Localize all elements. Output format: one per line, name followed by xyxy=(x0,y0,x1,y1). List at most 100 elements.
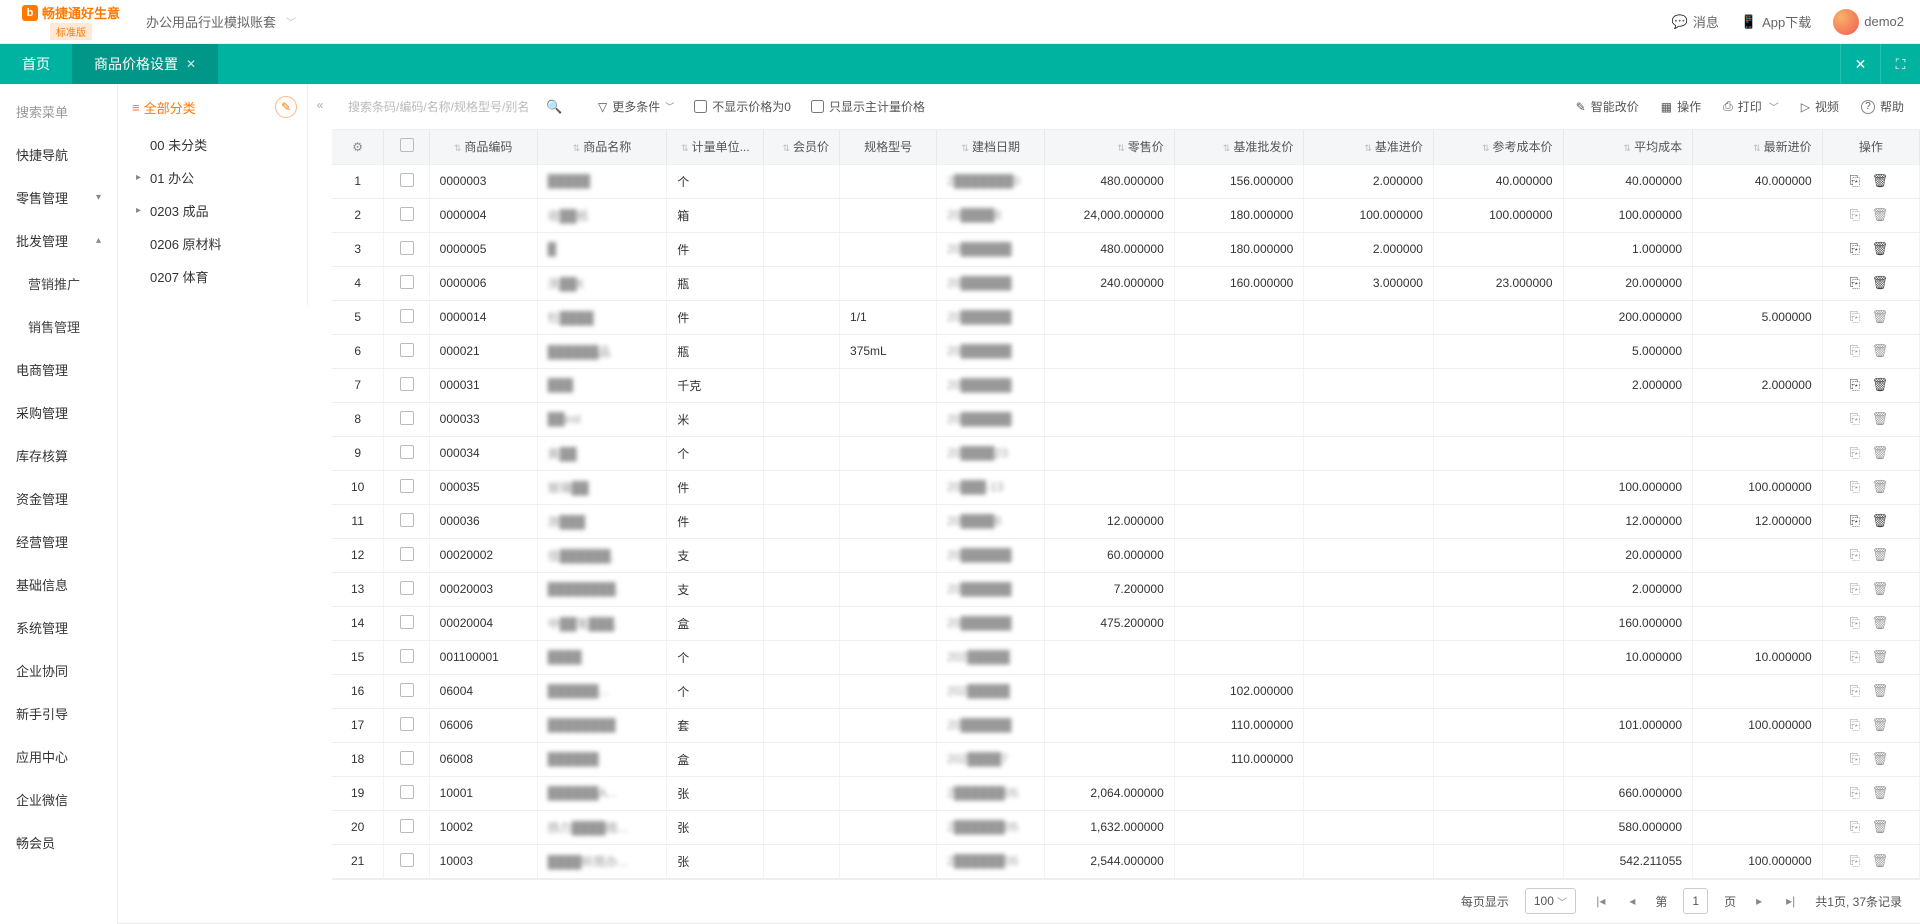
cell-ops[interactable]: ⎘ 🗑 xyxy=(1822,810,1919,844)
table-row[interactable]: 2110003████听筒办...张2██████052,544.0000005… xyxy=(332,844,1920,878)
page-input[interactable]: 1 xyxy=(1683,888,1708,914)
table-row[interactable]: 20000004收██纸箱20████824,000.000000180.000… xyxy=(332,198,1920,232)
nav-ecom[interactable]: 电商管理 xyxy=(0,348,117,391)
col-select-all[interactable] xyxy=(384,130,429,164)
nav-retail[interactable]: 零售管理▾ xyxy=(0,176,117,219)
col-spec[interactable]: 规格型号 xyxy=(840,130,937,164)
row-action-icons[interactable]: ⎘ 🗑 xyxy=(1850,377,1893,392)
cell-ops[interactable]: ⎘ 🗑 xyxy=(1822,470,1919,504)
nav-wholesale[interactable]: 批发管理▴ xyxy=(0,219,117,262)
close-icon[interactable]: ✕ xyxy=(186,57,196,71)
category-item[interactable]: 00 未分类 xyxy=(132,128,297,161)
prev-page-button[interactable]: ◂ xyxy=(1625,894,1639,908)
row-checkbox[interactable] xyxy=(384,640,429,674)
table-row[interactable]: 6000021██████品瓶375mL20██████5.000000⎘ 🗑 xyxy=(332,334,1920,368)
edit-category-button[interactable]: ✎ xyxy=(275,96,297,118)
row-checkbox[interactable] xyxy=(384,232,429,266)
row-action-icons[interactable]: ⎘ 🗑 xyxy=(1850,241,1893,256)
tab-price-settings[interactable]: 商品价格设置✕ xyxy=(72,44,218,84)
cell-ops[interactable]: ⎘ 🗑 xyxy=(1822,334,1919,368)
table-row[interactable]: 7000031███千克20██████2.0000002.000000⎘ 🗑 xyxy=(332,368,1920,402)
operations-button[interactable]: ▦操作 xyxy=(1661,98,1701,115)
row-action-icons[interactable]: ⎘ 🗑 xyxy=(1850,615,1893,630)
cell-ops[interactable]: ⎘ 🗑 xyxy=(1822,198,1919,232)
row-action-icons[interactable]: ⎘ 🗑 xyxy=(1850,547,1893,562)
next-page-button[interactable]: ▸ xyxy=(1752,894,1766,908)
cell-ops[interactable]: ⎘ 🗑 xyxy=(1822,402,1919,436)
table-row[interactable]: 2010002扬力████络...张2██████051,632.0000005… xyxy=(332,810,1920,844)
cell-ops[interactable]: ⎘ 🗑 xyxy=(1822,640,1919,674)
nav-sys[interactable]: 系统管理 xyxy=(0,606,117,649)
row-checkbox[interactable] xyxy=(384,572,429,606)
cell-ops[interactable]: ⎘ 🗑 xyxy=(1822,368,1919,402)
row-checkbox[interactable] xyxy=(384,402,429,436)
search-icon[interactable]: 🔍 xyxy=(546,99,562,115)
print-button[interactable]: ⎙打印﹀ xyxy=(1723,98,1779,115)
table-row[interactable]: 1300020003████████.支20██████7.2000002.00… xyxy=(332,572,1920,606)
row-action-icons[interactable]: ⎘ 🗑 xyxy=(1850,819,1893,834)
category-item[interactable]: 0206 原材料 xyxy=(132,227,297,260)
nav-base[interactable]: 基础信息 xyxy=(0,563,117,606)
table-row[interactable]: 15001100001████个202█████10.00000010.0000… xyxy=(332,640,1920,674)
nav-coop[interactable]: 企业协同 xyxy=(0,649,117,692)
only-main-unit-checkbox[interactable]: 只显示主计量价格 xyxy=(811,98,925,115)
row-checkbox[interactable] xyxy=(384,742,429,776)
table-row[interactable]: 40000006洗██K瓶20██████240.000000160.00000… xyxy=(332,266,1920,300)
row-checkbox[interactable] xyxy=(384,674,429,708)
cell-ops[interactable]: ⎘ 🗑 xyxy=(1822,232,1919,266)
row-checkbox[interactable] xyxy=(384,198,429,232)
cell-ops[interactable]: ⎘ 🗑 xyxy=(1822,164,1919,198)
row-action-icons[interactable]: ⎘ 🗑 xyxy=(1850,581,1893,596)
cell-ops[interactable]: ⎘ 🗑 xyxy=(1822,844,1919,878)
hide-zero-checkbox[interactable]: 不显示价格为0 xyxy=(694,98,791,115)
table-row[interactable]: 1400020004中██笔███.盒20██████475.200000160… xyxy=(332,606,1920,640)
row-action-icons[interactable]: ⎘ 🗑 xyxy=(1850,649,1893,664)
nav-bi[interactable]: 经营管理 xyxy=(0,520,117,563)
nav-appcenter[interactable]: 应用中心 xyxy=(0,735,117,778)
row-action-icons[interactable]: ⎘ 🗑 xyxy=(1850,683,1893,698)
row-checkbox[interactable] xyxy=(384,538,429,572)
row-checkbox[interactable] xyxy=(384,266,429,300)
row-checkbox[interactable] xyxy=(384,368,429,402)
row-checkbox[interactable] xyxy=(384,844,429,878)
category-item[interactable]: 01 办公 xyxy=(132,161,297,194)
row-checkbox[interactable] xyxy=(384,436,429,470)
last-page-button[interactable]: ▸| xyxy=(1782,894,1799,908)
app-download-button[interactable]: 📱App下载 xyxy=(1741,12,1811,31)
row-action-icons[interactable]: ⎘ 🗑 xyxy=(1850,717,1893,732)
row-action-icons[interactable]: ⎘ 🗑 xyxy=(1850,445,1893,460)
table-row[interactable]: 1706006████████套20██████110.000000101.00… xyxy=(332,708,1920,742)
col-date[interactable]: ⇅建档日期 xyxy=(937,130,1045,164)
col-name[interactable]: ⇅商品名称 xyxy=(537,130,667,164)
nav-wecom[interactable]: 企业微信 xyxy=(0,778,117,821)
col-refcost[interactable]: ⇅参考成本价 xyxy=(1433,130,1563,164)
cell-ops[interactable]: ⎘ 🗑 xyxy=(1822,708,1919,742)
cell-ops[interactable]: ⎘ 🗑 xyxy=(1822,606,1919,640)
col-wsbase[interactable]: ⇅基准批发价 xyxy=(1174,130,1304,164)
tab-home[interactable]: 首页 xyxy=(0,44,72,84)
table-row[interactable]: 8000033██est米20██████⎘ 🗑 xyxy=(332,402,1920,436)
row-checkbox[interactable] xyxy=(384,164,429,198)
row-action-icons[interactable]: ⎘ 🗑 xyxy=(1850,513,1893,528)
table-row[interactable]: 1910001██████A...张2██████052,064.0000006… xyxy=(332,776,1920,810)
nav-search[interactable]: 搜索菜单 xyxy=(0,90,117,133)
nav-marketing[interactable]: 营销推广 xyxy=(0,262,117,305)
help-button[interactable]: ?帮助 xyxy=(1861,98,1904,115)
row-action-icons[interactable]: ⎘ 🗑 xyxy=(1850,343,1893,358)
cell-ops[interactable]: ⎘ 🗑 xyxy=(1822,674,1919,708)
table-row[interactable]: 50000014杜████件1/120██████200.0000005.000… xyxy=(332,300,1920,334)
row-action-icons[interactable]: ⎘ 🗑 xyxy=(1850,751,1893,766)
nav-purchase[interactable]: 采购管理 xyxy=(0,391,117,434)
category-all-label[interactable]: 全部分类 xyxy=(144,98,196,117)
table-row[interactable]: 10000035玻璃██件20███-13100.000000100.00000… xyxy=(332,470,1920,504)
row-checkbox[interactable] xyxy=(384,776,429,810)
row-checkbox[interactable] xyxy=(384,334,429,368)
smart-price-button[interactable]: ✎智能改价 xyxy=(1576,98,1639,115)
col-latest[interactable]: ⇅最新进价 xyxy=(1693,130,1823,164)
cell-ops[interactable]: ⎘ 🗑 xyxy=(1822,504,1919,538)
tab-close-all-button[interactable]: ✕ xyxy=(1840,44,1880,84)
video-button[interactable]: ▷视频 xyxy=(1801,98,1839,115)
user-menu[interactable]: demo2 xyxy=(1833,9,1904,35)
table-row[interactable]: 30000005█件20██████480.000000180.0000002.… xyxy=(332,232,1920,266)
search-box[interactable]: 🔍 xyxy=(348,99,578,115)
